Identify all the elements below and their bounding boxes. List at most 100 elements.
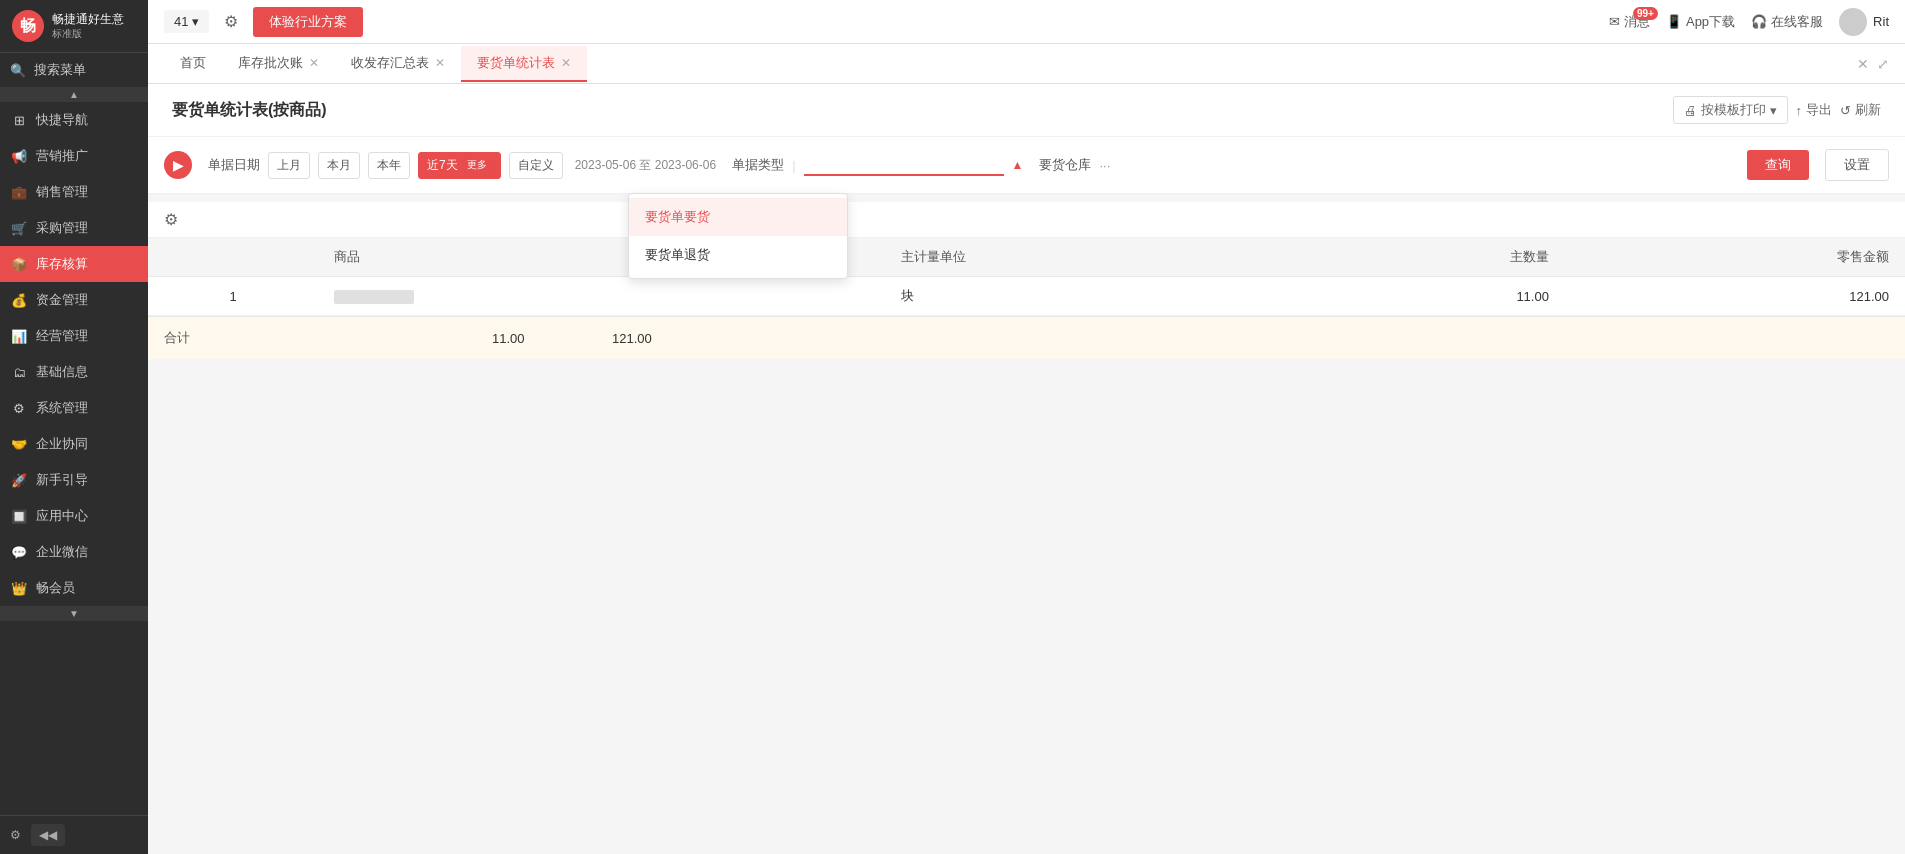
table-settings-icon[interactable]: ⚙: [164, 210, 178, 229]
product-placeholder: [334, 290, 414, 304]
last-7days-label: 近7天: [427, 157, 458, 174]
this-year-btn[interactable]: 本年: [368, 152, 410, 179]
sidebar-item-label: 企业协同: [36, 435, 88, 453]
dropdown-item-order-return[interactable]: 要货单退货: [629, 236, 847, 274]
logo-text: 畅捷通好生意 标准版: [52, 12, 124, 41]
tab-home[interactable]: 首页: [164, 46, 222, 82]
collapse-btn[interactable]: ◀◀: [31, 824, 65, 846]
store-number: 41: [174, 14, 188, 29]
tab-batch-account-label: 库存批次账: [238, 54, 303, 72]
query-btn[interactable]: 查询: [1747, 150, 1809, 180]
page-content: 要货单统计表(按商品) 🖨 按模板打印 ▾ ↑ 导出 ↺ 刷新: [148, 84, 1905, 854]
sidebar-item-marketing[interactable]: 📢 营销推广: [0, 138, 148, 174]
sidebar-item-guide[interactable]: 🚀 新手引导: [0, 462, 148, 498]
sidebar: 畅 畅捷通好生意 标准版 🔍 搜索菜单 ▲ ⊞ 快捷导航 📢 营销推广 💼 销售…: [0, 0, 148, 854]
phone-icon: 📱: [1666, 14, 1682, 29]
sidebar-item-sales[interactable]: 💼 销售管理: [0, 174, 148, 210]
date-filter-label: 单据日期: [208, 156, 260, 174]
sidebar-item-label: 基础信息: [36, 363, 88, 381]
refresh-label: 刷新: [1855, 101, 1881, 119]
search-menu-item[interactable]: 🔍 搜索菜单: [0, 53, 148, 87]
enterprise-icon: 🤝: [10, 437, 28, 452]
type-filter-input[interactable]: [804, 155, 1004, 176]
sidebar-item-finance[interactable]: 💰 资金管理: [0, 282, 148, 318]
user-menu[interactable]: Rit: [1839, 8, 1889, 36]
refresh-btn[interactable]: ↺ 刷新: [1840, 101, 1881, 119]
tab-order-stats-close[interactable]: ✕: [561, 56, 571, 70]
filter-toggle-btn[interactable]: ▶: [164, 151, 192, 179]
messages-btn[interactable]: ✉ 消息 99+: [1609, 13, 1650, 31]
sidebar-item-label: 采购管理: [36, 219, 88, 237]
operations-icon: 📊: [10, 329, 28, 344]
sidebar-item-label: 资金管理: [36, 291, 88, 309]
store-dropdown-icon: ▾: [192, 14, 199, 29]
tab-shipment-summary[interactable]: 收发存汇总表 ✕: [335, 46, 461, 82]
message-icon: ✉: [1609, 14, 1620, 29]
user-avatar: [1839, 8, 1867, 36]
sidebar-item-system[interactable]: ⚙ 系统管理: [0, 390, 148, 426]
this-month-btn[interactable]: 本月: [318, 152, 360, 179]
last-7days-btn[interactable]: 近7天 更多: [418, 152, 501, 179]
sidebar-item-quick-nav[interactable]: ⊞ 快捷导航: [0, 102, 148, 138]
user-name: Rit: [1873, 14, 1889, 29]
close-all-tabs-btn[interactable]: ✕: [1857, 56, 1869, 72]
service-icon: 🎧: [1751, 14, 1767, 29]
app-download-btn[interactable]: 📱 App下载: [1666, 13, 1735, 31]
custom-date-btn[interactable]: 自定义: [509, 152, 563, 179]
set-btn[interactable]: 设置: [1825, 149, 1889, 181]
logo-line2: 标准版: [52, 27, 124, 40]
type-dropdown-arrow[interactable]: ▲: [1012, 158, 1024, 172]
footer-total-qty: 11.00: [492, 331, 525, 346]
prev-month-btn[interactable]: 上月: [268, 152, 310, 179]
sidebar-item-purchase[interactable]: 🛒 采购管理: [0, 210, 148, 246]
type-separator: |: [792, 158, 795, 173]
sidebar-item-operations[interactable]: 📊 经营管理: [0, 318, 148, 354]
refresh-icon: ↺: [1840, 103, 1851, 118]
inventory-icon: 📦: [10, 257, 28, 272]
settings-icon[interactable]: ⚙: [10, 828, 21, 842]
sidebar-item-label: 经营管理: [36, 327, 88, 345]
tab-shipment-summary-close[interactable]: ✕: [435, 56, 445, 70]
table-toolbar: ⚙: [148, 202, 1905, 238]
print-icon: 🖨: [1684, 103, 1697, 118]
quick-nav-icon: ⊞: [10, 113, 28, 128]
sidebar-item-enterprise[interactable]: 🤝 企业协同: [0, 426, 148, 462]
warehouse-more-btn[interactable]: ···: [1099, 158, 1110, 173]
sidebar-nav: ⊞ 快捷导航 📢 营销推广 💼 销售管理 🛒 采购管理 📦 库存核算 💰 资金管…: [0, 102, 148, 606]
sidebar-item-label: 快捷导航: [36, 111, 88, 129]
search-icon: 🔍: [10, 63, 26, 78]
sidebar-item-member[interactable]: 👑 畅会员: [0, 570, 148, 606]
col-header-amount: 零售金额: [1565, 238, 1905, 277]
sidebar-item-wecom[interactable]: 💬 企业微信: [0, 534, 148, 570]
restore-tabs-btn[interactable]: ⤢: [1877, 56, 1889, 72]
trial-btn[interactable]: 体验行业方案: [253, 7, 363, 37]
col-header-unit: 主计量单位: [885, 238, 1225, 277]
marketing-icon: 📢: [10, 149, 28, 164]
chevron-right-icon: ▶: [173, 157, 184, 173]
online-service-label: 在线客服: [1771, 13, 1823, 31]
sidebar-item-inventory[interactable]: 📦 库存核算: [0, 246, 148, 282]
scroll-down-btn[interactable]: ▼: [0, 606, 148, 621]
tab-batch-account[interactable]: 库存批次账 ✕: [222, 46, 335, 82]
sidebar-bottom: ⚙ ◀◀: [0, 815, 148, 854]
export-btn[interactable]: ↑ 导出: [1796, 101, 1833, 119]
sidebar-item-appstore[interactable]: 🔲 应用中心: [0, 498, 148, 534]
sidebar-item-label: 企业微信: [36, 543, 88, 561]
header-settings-btn[interactable]: ⚙: [217, 8, 245, 36]
header: 41 ▾ ⚙ 体验行业方案 ✉ 消息 99+ 📱 App下载 🎧 在线客服 R: [148, 0, 1905, 44]
tab-order-stats[interactable]: 要货单统计表 ✕: [461, 46, 587, 82]
print-btn[interactable]: 🖨 按模板打印 ▾: [1673, 96, 1788, 124]
store-selector[interactable]: 41 ▾: [164, 10, 209, 33]
logo-icon: 畅: [12, 10, 44, 42]
guide-icon: 🚀: [10, 473, 28, 488]
tab-batch-account-close[interactable]: ✕: [309, 56, 319, 70]
wecom-icon: 💬: [10, 545, 28, 560]
row-product: [318, 277, 885, 316]
scroll-up-btn[interactable]: ▲: [0, 87, 148, 102]
col-header-qty: 主数量: [1225, 238, 1565, 277]
app-download-label: App下载: [1686, 13, 1735, 31]
purchase-icon: 🛒: [10, 221, 28, 236]
dropdown-item-order-goods[interactable]: 要货单要货: [629, 198, 847, 236]
sidebar-item-basic[interactable]: 🗂 基础信息: [0, 354, 148, 390]
online-service-btn[interactable]: 🎧 在线客服: [1751, 13, 1823, 31]
